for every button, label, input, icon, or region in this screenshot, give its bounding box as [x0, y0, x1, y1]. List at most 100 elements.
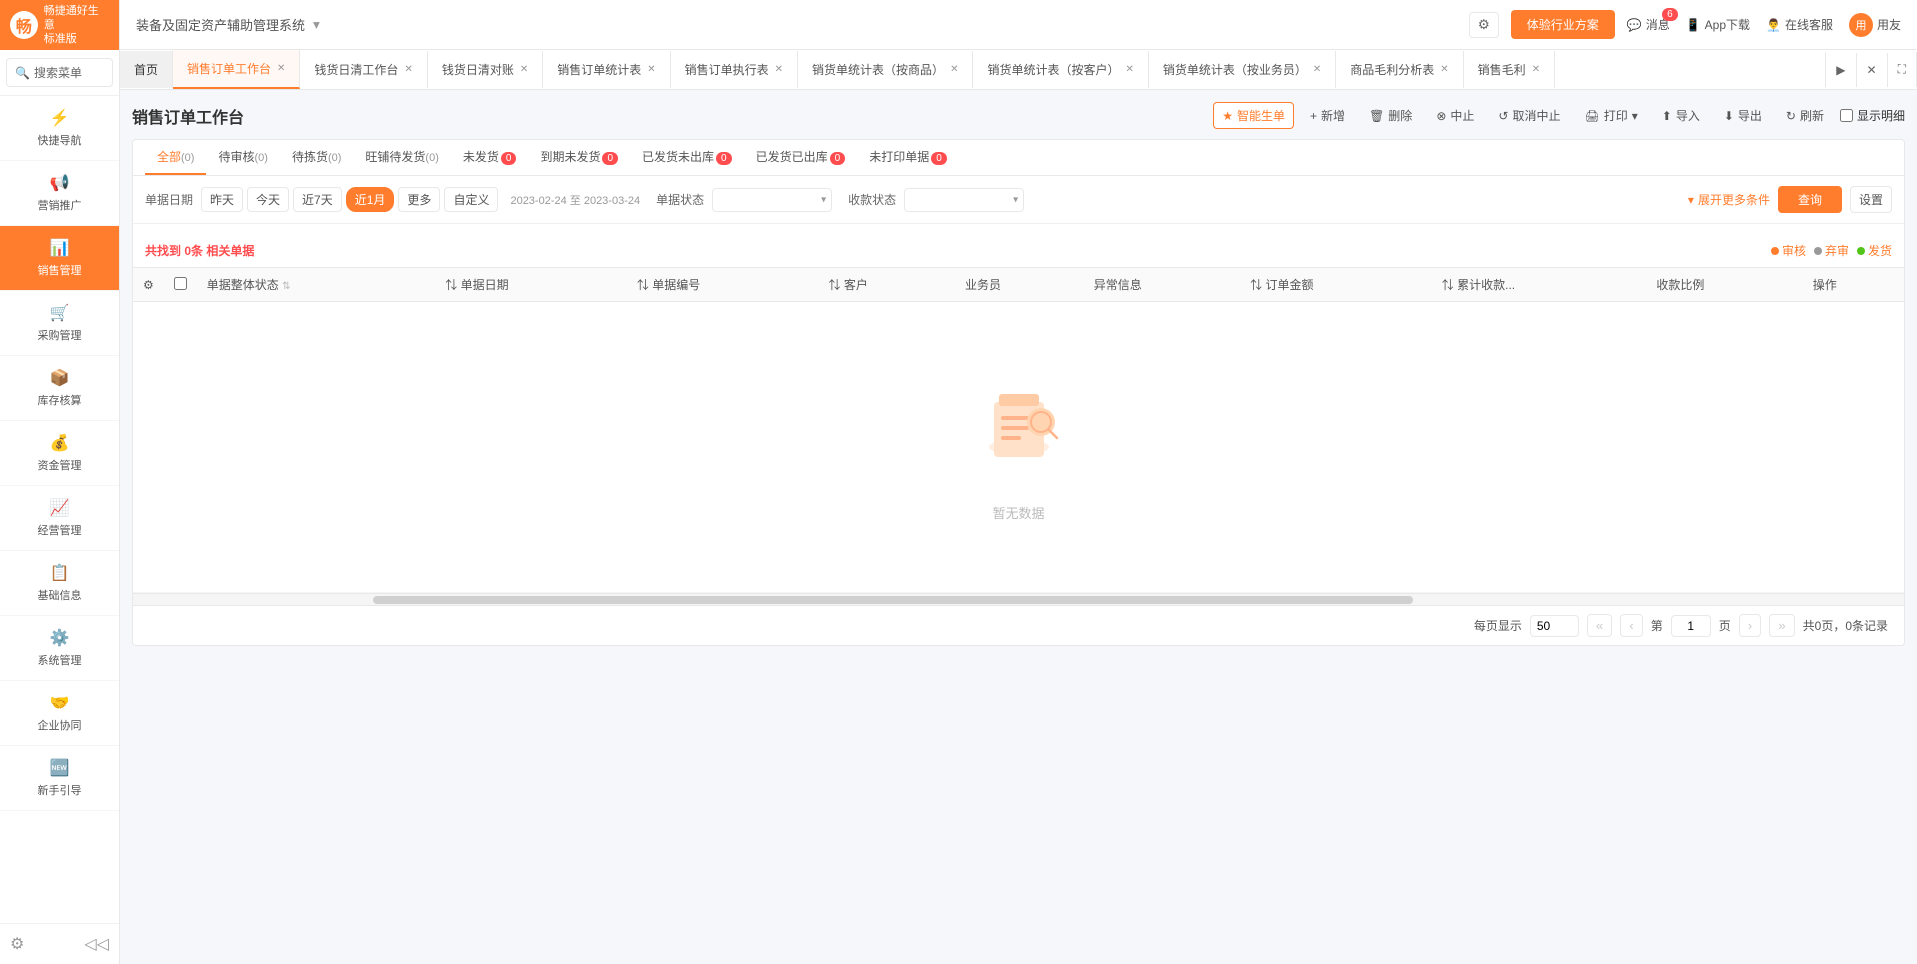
sidebar-item-enterprise[interactable]: 🤝 企业协同	[0, 681, 119, 746]
search-icon: 🔍	[15, 66, 30, 80]
table-header-collected: ⇅ 累计收款...	[1432, 268, 1647, 302]
add-button[interactable]: + 新增	[1302, 103, 1353, 128]
tab-sales-profit[interactable]: 销售毛利 ✕	[1464, 51, 1555, 88]
tab-sales-profit-close[interactable]: ✕	[1532, 64, 1540, 75]
sort-number-icon[interactable]: ⇅	[637, 278, 649, 292]
stop-button[interactable]: ⊗ 中止	[1428, 103, 1482, 128]
sort-date-icon[interactable]: ⇅	[445, 278, 457, 292]
page-number-input[interactable]	[1671, 615, 1711, 637]
refresh-button[interactable]: ↻ 刷新	[1778, 103, 1832, 128]
tab-fullscreen-button[interactable]: ⛶	[1888, 52, 1917, 87]
status-select[interactable]	[712, 188, 832, 212]
sidebar-item-system[interactable]: ⚙️ 系统管理	[0, 616, 119, 681]
tab-cash-daily-close[interactable]: ✕	[404, 64, 412, 75]
tab-sales-execution-close[interactable]: ✕	[775, 64, 783, 75]
tab-profit-analysis[interactable]: 商品毛利分析表 ✕	[1336, 51, 1463, 88]
filter-tab-wangpu[interactable]: 旺铺待发货(0)	[353, 140, 450, 175]
sort-collected-icon[interactable]: ⇅	[1442, 278, 1454, 292]
tab-sales-stats-customer[interactable]: 销货单统计表（按客户） ✕	[973, 51, 1148, 88]
message-action[interactable]: 💬 消息 6	[1627, 16, 1670, 33]
online-service-action[interactable]: 👨‍💼 在线客服	[1766, 16, 1833, 33]
settings-button[interactable]: ⚙	[1469, 12, 1499, 38]
sidebar-item-operations[interactable]: 📈 经营管理	[0, 486, 119, 551]
smart-generate-button[interactable]: ★ 智能生单	[1213, 102, 1294, 129]
date-1month-button[interactable]: 近1月	[346, 187, 395, 212]
tab-sales-stats[interactable]: 销售订单统计表 ✕	[543, 51, 670, 88]
date-7days-button[interactable]: 近7天	[293, 187, 342, 212]
show-detail-toggle[interactable]: 显示明细	[1840, 107, 1905, 124]
first-page-button[interactable]: «	[1587, 614, 1612, 637]
scrollbar-thumb[interactable]	[373, 596, 1413, 604]
sidebar-item-quick-nav[interactable]: ⚡ 快捷导航	[0, 96, 119, 161]
last-page-button[interactable]: »	[1769, 614, 1794, 637]
review-action-button[interactable]: 审核	[1771, 242, 1806, 259]
sidebar-item-guide[interactable]: 🆕 新手引导	[0, 746, 119, 811]
filter-tab-not-shipped[interactable]: 未发货0	[451, 140, 529, 175]
filter-tab-not-printed[interactable]: 未打印单据0	[857, 140, 959, 175]
date-yesterday-button[interactable]: 昨天	[201, 187, 243, 212]
import-button[interactable]: ⬆ 导入	[1654, 103, 1708, 128]
ship-action-button[interactable]: 发货	[1857, 242, 1892, 259]
user-action[interactable]: 用 用友	[1849, 13, 1901, 37]
export-button[interactable]: ⬇ 导出	[1716, 103, 1770, 128]
sidebar-item-inventory[interactable]: 📦 库存核算	[0, 356, 119, 421]
delete-button[interactable]: 🗑 删除	[1361, 103, 1420, 128]
sort-status-icon[interactable]: ⇅	[282, 281, 290, 292]
tab-sales-workbench[interactable]: 销售订单工作台 ✕	[173, 50, 300, 89]
tab-sales-stats-product[interactable]: 销货单统计表（按商品） ✕	[798, 51, 973, 88]
system-dropdown-button[interactable]: ▾	[313, 17, 320, 33]
collapse-button[interactable]: ◁◁	[84, 934, 109, 954]
tab-sales-stats-staff[interactable]: 销货单统计表（按业务员） ✕	[1149, 51, 1336, 88]
filter-tab-shipped-out[interactable]: 已发货已出库0	[744, 140, 858, 175]
tab-stats-customer-close[interactable]: ✕	[1125, 64, 1133, 75]
sidebar-item-basic-info[interactable]: 📋 基础信息	[0, 551, 119, 616]
expand-more-button[interactable]: ▾ 展开更多条件	[1688, 191, 1770, 208]
sidebar-item-sales[interactable]: 📊 销售管理	[0, 226, 119, 291]
set-button[interactable]: 设置	[1850, 186, 1892, 213]
basic-info-icon: 📋	[50, 563, 70, 583]
cancel-stop-button[interactable]: ↺ 取消中止	[1490, 103, 1568, 128]
tab-sales-stats-close[interactable]: ✕	[647, 64, 655, 75]
cancel-review-action-button[interactable]: 弃审	[1814, 242, 1849, 259]
sort-customer-icon[interactable]: ⇅	[829, 278, 841, 292]
filter-tab-pending-pick[interactable]: 待拣货(0)	[280, 140, 353, 175]
settings-bottom-button[interactable]: ⚙	[10, 934, 24, 954]
tab-close-all-button[interactable]: ✕	[1857, 53, 1888, 87]
tab-profit-close[interactable]: ✕	[1440, 64, 1448, 75]
sidebar-item-marketing[interactable]: 📢 营销推广	[0, 161, 119, 226]
tab-scroll-right-button[interactable]: ▶	[1826, 53, 1856, 87]
filter-tab-pending-review[interactable]: 待审核(0)	[206, 140, 279, 175]
prev-page-button[interactable]: ‹	[1620, 614, 1642, 637]
tab-stats-product-close[interactable]: ✕	[950, 64, 958, 75]
search-button[interactable]: 查询	[1778, 186, 1842, 213]
date-custom-button[interactable]: 自定义	[444, 187, 498, 212]
tab-stats-staff-close[interactable]: ✕	[1313, 64, 1321, 75]
app-download-action[interactable]: 📱 App下载	[1686, 16, 1750, 33]
show-detail-checkbox[interactable]	[1840, 109, 1853, 122]
tab-cash-daily[interactable]: 钱货日清工作台 ✕	[300, 51, 427, 88]
filter-tab-all[interactable]: 全部(0)	[145, 140, 206, 175]
filter-tab-shipped-not-out[interactable]: 已发货未出库0	[630, 140, 744, 175]
table-header-checkbox[interactable]	[164, 268, 197, 302]
search-menu-button[interactable]: 🔍 搜索菜单	[6, 58, 113, 87]
tab-home[interactable]: 首页	[120, 51, 173, 88]
table-header-gear[interactable]: ⚙	[133, 268, 164, 302]
payment-select[interactable]	[904, 188, 1024, 212]
date-today-button[interactable]: 今天	[247, 187, 289, 212]
next-page-button[interactable]: ›	[1739, 614, 1761, 637]
sidebar-item-finance[interactable]: 💰 资金管理	[0, 421, 119, 486]
page-size-select[interactable]: 50 10 20 100	[1530, 615, 1579, 637]
marketing-icon: 📢	[50, 173, 70, 193]
sidebar-item-purchase[interactable]: 🛒 采购管理	[0, 291, 119, 356]
tab-sales-workbench-close[interactable]: ✕	[277, 63, 285, 74]
experience-button[interactable]: 体验行业方案	[1511, 10, 1615, 39]
tab-sales-execution[interactable]: 销售订单执行表 ✕	[671, 51, 798, 88]
print-button[interactable]: 🖨 打印 ▾	[1576, 103, 1645, 128]
sort-amount-icon[interactable]: ⇅	[1250, 278, 1262, 292]
date-more-button[interactable]: 更多	[398, 187, 440, 212]
tab-cash-reconcile-close[interactable]: ✕	[520, 64, 528, 75]
filter-tab-expired-not-shipped[interactable]: 到期未发货0	[528, 140, 630, 175]
tab-cash-reconcile[interactable]: 钱货日清对账 ✕	[428, 51, 543, 88]
select-all-checkbox[interactable]	[174, 277, 187, 290]
horizontal-scrollbar[interactable]	[133, 593, 1904, 605]
